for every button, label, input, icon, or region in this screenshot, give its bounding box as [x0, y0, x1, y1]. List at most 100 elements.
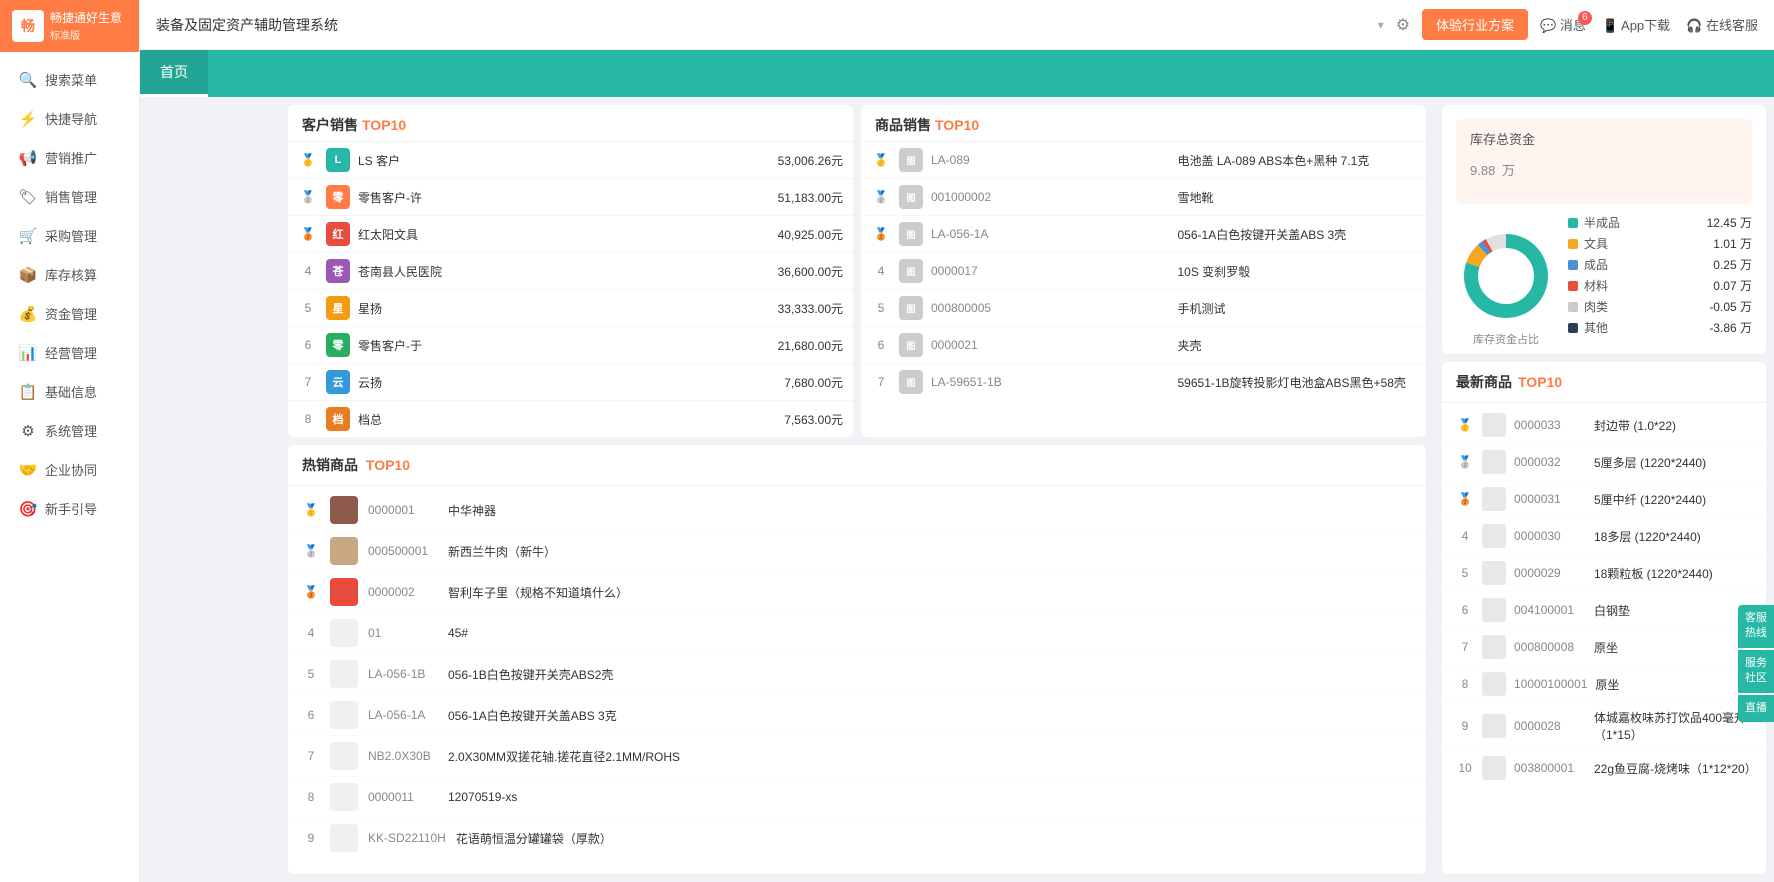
sidebar-item-quicknav[interactable]: ⚡ 快捷导航 [0, 99, 139, 138]
product-code: 001000002 [931, 190, 1170, 204]
product-name: 056-1B白色按键开关壳ABS2壳 [448, 666, 613, 683]
left-spacer [140, 97, 280, 882]
rank-amount: 53,006.26元 [778, 152, 843, 169]
new-products-label: 最新商品 [1456, 372, 1512, 392]
sidebar-item-search[interactable]: 🔍 搜索菜单 [0, 60, 139, 99]
rank-amount: 51,183.00元 [778, 189, 843, 206]
live-stream-button[interactable]: 直播 [1738, 695, 1774, 722]
legend-row: 文具 1.01 万 [1568, 235, 1752, 252]
notification-button[interactable]: 💬 消息 6 [1540, 15, 1586, 34]
product-img: 图 [899, 296, 923, 320]
product-code: LA-056-1A [931, 227, 1170, 241]
product-code: 0000032 [1514, 455, 1586, 469]
app-download-button[interactable]: 📱 App下载 [1602, 15, 1670, 34]
rank-name: 云扬 [358, 374, 776, 391]
product-name: 新西兰牛肉（新牛） [448, 543, 556, 560]
product-code: 0000028 [1514, 719, 1586, 733]
rank-name: LS 客户 [358, 152, 770, 169]
legend-label-text: 肉类 [1584, 298, 1608, 315]
rank-name: 红太阳文具 [358, 226, 770, 243]
table-row: 4 苍 苍南县人民医院 36,600.00元 [288, 253, 853, 290]
sidebar-label-system: 系统管理 [45, 421, 97, 440]
legend-row: 肉类 -0.05 万 [1568, 298, 1752, 315]
list-item: 9 KK-SD22110H 花语萌恒温分罐罐袋（厚款） [288, 818, 1426, 858]
sidebar-item-purchase[interactable]: 🛒 采购管理 [0, 216, 139, 255]
right-section: 库存总资金 9.88 万 [1434, 97, 1774, 882]
guide-icon: 🎯 [19, 500, 37, 518]
list-item: 🥇 0000033 封边带 (1.0*22) [1442, 407, 1766, 444]
online-service-button[interactable]: 🎧 在线客服 [1686, 15, 1758, 34]
product-name: 18多层 (1220*2440) [1594, 528, 1701, 545]
rank-num-3: 🥉 [298, 227, 318, 241]
table-row: 🥇 图 LA-089 电池盖 LA-089 ABS本色+黑种 7.1克 [861, 142, 1426, 179]
product-rank-panel: 商品销售 TOP10 🥇 图 LA-089 电池盖 LA-089 ABS本色+黑… [861, 105, 1426, 437]
rank-num-8: 8 [1456, 677, 1474, 691]
list-item: 7 000800008 原坐 [1442, 629, 1766, 666]
legend-value: -0.05 万 [1709, 298, 1752, 315]
table-row: 8 档 档总 7,563.00元 [288, 401, 853, 437]
product-name: 45# [448, 626, 468, 640]
sidebar-item-guide[interactable]: 🎯 新手引导 [0, 489, 139, 528]
sidebar-label-guide: 新手引导 [45, 499, 97, 518]
table-row: 7 云 云扬 7,680.00元 [288, 364, 853, 401]
customer-rank-table: 🥇 L LS 客户 53,006.26元 🥈 零 零售客户-许 51,183.0… [288, 142, 853, 437]
product-thumbnail [330, 578, 358, 606]
table-row: 5 图 000800005 手机测试 [861, 290, 1426, 327]
customer-service-button[interactable]: 客服热线 [1738, 605, 1774, 648]
sidebar-item-system[interactable]: ⚙ 系统管理 [0, 411, 139, 450]
new-products-title: 最新商品 TOP10 [1442, 362, 1766, 403]
product-thumbnail [330, 496, 358, 524]
sidebar-item-management[interactable]: 📊 经营管理 [0, 333, 139, 372]
sidebar-item-basics[interactable]: 📋 基础信息 [0, 372, 139, 411]
dropdown-arrow-icon[interactable]: ▾ [1378, 18, 1384, 32]
logo-icon: 畅 [12, 10, 44, 42]
product-thumbnail [1482, 413, 1506, 437]
list-item: 5 0000029 18颗粒板 (1220*2440) [1442, 555, 1766, 592]
sidebar-item-finance[interactable]: 💰 资金管理 [0, 294, 139, 333]
rank-num-9: 9 [302, 831, 320, 845]
stock-chart-area: 库存资金占比 半成品 12.45 万 [1456, 214, 1752, 340]
rank-num-10: 10 [1456, 761, 1474, 775]
sidebar-label-quicknav: 快捷导航 [45, 109, 97, 128]
product-name: 22g鱼豆腐-烧烤味（1*12*20） [1594, 760, 1752, 777]
service-community-button[interactable]: 服务社区 [1738, 650, 1774, 693]
product-name: 12070519-xs [448, 790, 517, 804]
tab-home[interactable]: 首页 [140, 50, 208, 97]
try-button[interactable]: 体验行业方案 [1422, 9, 1528, 40]
stock-value: 9.88 万 [1470, 154, 1738, 182]
sidebar-item-cooperation[interactable]: 🤝 企业协同 [0, 450, 139, 489]
product-img: 图 [899, 370, 923, 394]
rank-num-6: 6 [1456, 603, 1474, 617]
list-item: 🥉 0000002 智利车子里（规格不知道填什么） [288, 572, 1426, 613]
sidebar-item-marketing[interactable]: 📢 营销推广 [0, 138, 139, 177]
sidebar-label-basics: 基础信息 [45, 382, 97, 401]
marketing-icon: 📢 [19, 149, 37, 167]
product-code: 10000100001 [1514, 677, 1587, 691]
table-row: 🥈 图 001000002 雪地靴 [861, 179, 1426, 216]
legend-label-text: 其他 [1584, 319, 1608, 336]
avatar: 苍 [326, 259, 350, 283]
content-area: 客户销售 TOP10 🥇 L LS 客户 53,006.26元 🥈 [140, 97, 1774, 882]
hot-products-top10: TOP10 [366, 457, 410, 473]
product-name: 056-1A白色按键开关盖ABS 3壳 [1178, 226, 1417, 243]
sidebar: 畅 畅捷通好生意 标准版 🔍 搜索菜单 ⚡ 快捷导航 📢 营销推广 🏷 销售管理… [0, 0, 140, 882]
product-code: LA-089 [931, 153, 1170, 167]
notification-icon: 💬 [1540, 18, 1556, 33]
rank-num-9: 9 [1456, 719, 1474, 733]
product-thumbnail [330, 742, 358, 770]
product-rank-top10: TOP10 [935, 117, 979, 133]
product-img: 图 [899, 222, 923, 246]
rank-num-4: 4 [1456, 529, 1474, 543]
settings-icon[interactable]: ⚙ [1396, 15, 1410, 35]
product-code: 0000017 [931, 264, 1170, 278]
rank-amount: 7,680.00元 [784, 374, 843, 391]
stock-total-area: 库存总资金 9.88 万 [1456, 119, 1752, 204]
sidebar-item-inventory[interactable]: 📦 库存核算 [0, 255, 139, 294]
avatar: 红 [326, 222, 350, 246]
product-code: LA-056-1B [368, 667, 438, 681]
sidebar-item-sales[interactable]: 🏷 销售管理 [0, 177, 139, 216]
product-name: 2.0X30MM双搓花轴.搓花直径2.1MM/ROHS [448, 748, 680, 765]
header-right: 💬 消息 6 📱 App下载 🎧 在线客服 [1540, 15, 1758, 34]
logo-badge: 标准版 [50, 27, 122, 42]
product-name: 白钢垫 [1594, 602, 1630, 619]
